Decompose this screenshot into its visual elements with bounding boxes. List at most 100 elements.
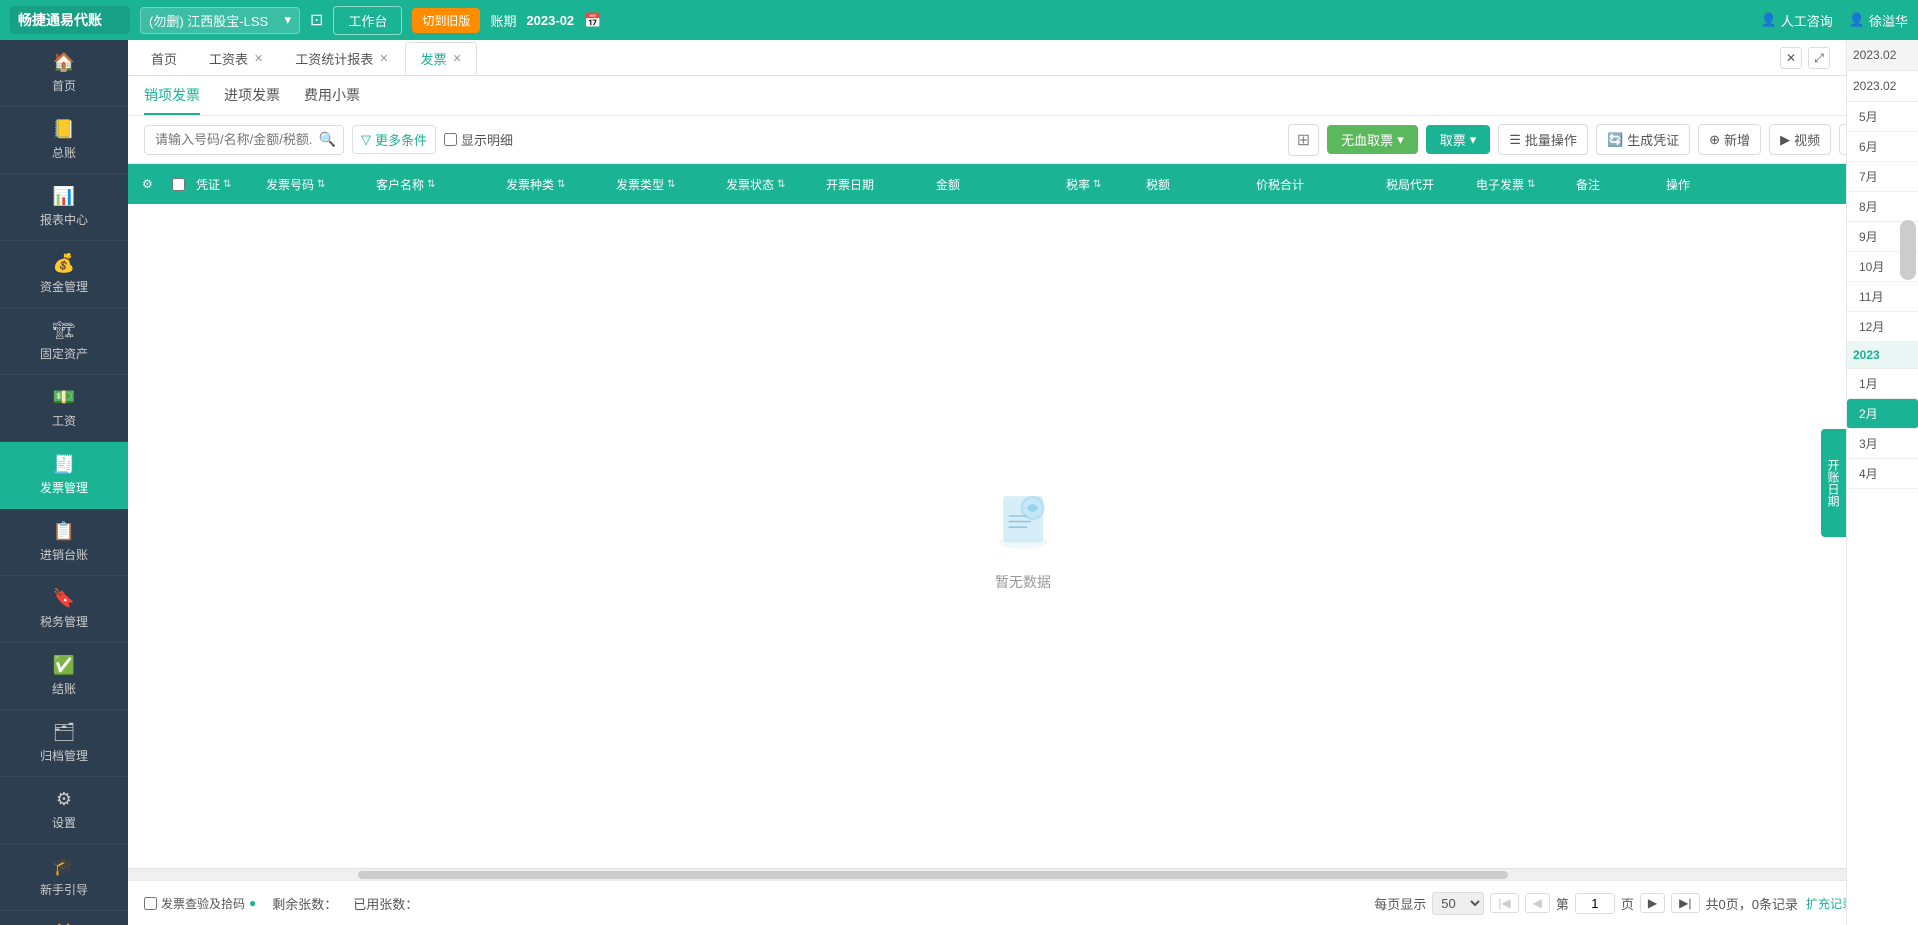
- pagination: 每页显示 50 20 100 |◀ ◀ 第 页 ▶ ▶| 共0页，0条记录: [1374, 892, 1798, 915]
- period-month-7[interactable]: 7月: [1847, 162, 1918, 192]
- sidebar-item-member[interactable]: 👑 畅会员: [0, 911, 128, 925]
- no-take-ticket-label: 无血取票: [1341, 130, 1393, 149]
- tab-salary-close[interactable]: ✕: [254, 52, 263, 65]
- sidebar-home-label: 首页: [52, 77, 76, 94]
- sidebar-item-ledger[interactable]: 📒 总账: [0, 107, 128, 174]
- th-open-date[interactable]: 开票日期: [820, 176, 930, 193]
- search-input[interactable]: [144, 125, 344, 155]
- tab-invoice-close[interactable]: ✕: [453, 52, 462, 65]
- prev-page-button[interactable]: ◀: [1525, 893, 1550, 913]
- period-month-4[interactable]: 4月: [1847, 459, 1918, 489]
- th-checkbox[interactable]: [166, 178, 190, 191]
- scrollbar-thumb[interactable]: [358, 871, 1508, 879]
- tab-salary-stats-close[interactable]: ✕: [379, 52, 388, 65]
- period-month-2[interactable]: 2月: [1847, 399, 1918, 429]
- minimize-button[interactable]: ✕: [1780, 47, 1802, 69]
- no-take-ticket-button[interactable]: 无血取票 ▾: [1327, 125, 1418, 154]
- period-panel: 2023.02 2023.02 5月 6月 7月 8月 9月 10月 11月 1…: [1846, 40, 1918, 925]
- filter-icon: ▽: [361, 132, 371, 148]
- th-tax-rate[interactable]: 税率⇅: [1060, 176, 1140, 193]
- check-input[interactable]: [144, 897, 157, 910]
- th-tax-office[interactable]: 税局代开: [1380, 176, 1470, 193]
- invoice-check[interactable]: 发票查验及拾码 ●: [144, 895, 256, 912]
- user-button[interactable]: 👤 徐溢华: [1849, 11, 1908, 30]
- gen-voucher-button[interactable]: 🔄 生成凭证: [1596, 124, 1690, 155]
- th-invoice-class[interactable]: 发票类型⇅: [610, 176, 720, 193]
- last-page-button[interactable]: ▶|: [1671, 893, 1699, 913]
- page-input[interactable]: [1575, 893, 1615, 914]
- sidebar-item-guide[interactable]: 🎓 新手引导: [0, 844, 128, 911]
- tab-home[interactable]: 首页: [136, 42, 192, 74]
- chevron-down-icon-teal: ▾: [1470, 132, 1477, 148]
- sidebar-item-invoice[interactable]: 🧾 发票管理: [0, 442, 128, 509]
- batch-op-button[interactable]: ☰ 批量操作: [1498, 124, 1588, 155]
- period-month-6[interactable]: 6月: [1847, 132, 1918, 162]
- filter-button[interactable]: ▽ 更多条件: [352, 125, 436, 154]
- company-name: (勿删) 江西股宝-LSS: [149, 11, 268, 30]
- grid-view-button[interactable]: ⊞: [1288, 124, 1319, 156]
- sidebar-item-home[interactable]: 🏠 首页: [0, 40, 128, 107]
- period-year-2023[interactable]: 2023: [1847, 342, 1918, 369]
- sidebar-reports-label: 报表中心: [40, 211, 88, 228]
- maximize-button[interactable]: ⤢: [1808, 47, 1830, 69]
- calendar-icon[interactable]: 📅: [584, 12, 601, 29]
- th-e-invoice[interactable]: 电子发票⇅: [1470, 176, 1570, 193]
- period-month-5[interactable]: 5月: [1847, 102, 1918, 132]
- sidebar-item-reports[interactable]: 📊 报表中心: [0, 174, 128, 241]
- th-tax[interactable]: 税额: [1140, 176, 1250, 193]
- empty-illustration: [983, 480, 1063, 560]
- per-page-select[interactable]: 50 20 100: [1432, 892, 1484, 915]
- sidebar-item-purchase[interactable]: 📋 进销台账: [0, 509, 128, 576]
- sidebar-item-capital[interactable]: 💰 资金管理: [0, 241, 128, 308]
- workbench-button[interactable]: 工作台: [333, 6, 402, 35]
- period-month-3[interactable]: 3月: [1847, 429, 1918, 459]
- sub-tab-purchase[interactable]: 进项发票: [224, 77, 280, 115]
- period-month-11[interactable]: 11月: [1847, 282, 1918, 312]
- toolbar-left: 🔍 ▽ 更多条件 显示明细: [144, 125, 1280, 155]
- th-invoice-status[interactable]: 发票状态⇅: [720, 176, 820, 193]
- new-button[interactable]: ⊕ 新增: [1698, 124, 1761, 155]
- salary-icon: 💵: [53, 387, 75, 408]
- sidebar-item-settings[interactable]: ⚙ 设置: [0, 777, 128, 844]
- support-button[interactable]: 👤 人工咨询: [1761, 11, 1833, 30]
- sidebar-item-archive[interactable]: 🗂 归档管理: [0, 710, 128, 777]
- switch-old-button[interactable]: 切到旧版: [412, 8, 480, 33]
- period-month-1[interactable]: 1月: [1847, 369, 1918, 399]
- tab-salary[interactable]: 工资表 ✕: [194, 42, 278, 74]
- th-invoice-no[interactable]: 发票号码⇅: [260, 176, 370, 193]
- gen-voucher-label: 生成凭证: [1627, 130, 1679, 149]
- th-voucher[interactable]: 凭证⇅: [190, 176, 260, 193]
- first-page-button[interactable]: |◀: [1490, 893, 1518, 913]
- toolbar: 🔍 ▽ 更多条件 显示明细 ⊞ 无血取票 ▾ 取票: [128, 116, 1918, 164]
- tab-salary-stats[interactable]: 工资统计报表 ✕: [280, 42, 403, 74]
- video-button[interactable]: ▶ 视频: [1769, 124, 1831, 155]
- company-selector[interactable]: (勿删) 江西股宝-LSS ▾: [140, 7, 300, 34]
- next-page-button[interactable]: ▶: [1640, 893, 1665, 913]
- panel-scrollbar[interactable]: [1900, 220, 1916, 280]
- sidebar-item-salary[interactable]: 💵 工资: [0, 375, 128, 442]
- guide-icon: 🎓: [53, 856, 75, 877]
- th-settings[interactable]: ⚙: [136, 177, 166, 191]
- th-total[interactable]: 价税合计: [1250, 176, 1380, 193]
- th-remark[interactable]: 备注: [1570, 176, 1660, 193]
- search-icon[interactable]: 🔍: [319, 131, 336, 148]
- sidebar-item-tax[interactable]: 🔖 税务管理: [0, 576, 128, 643]
- period-month-8[interactable]: 8月: [1847, 192, 1918, 222]
- tab-invoice[interactable]: 发票 ✕: [405, 42, 476, 74]
- th-amount[interactable]: 金额: [930, 176, 1060, 193]
- sub-tab-expense[interactable]: 费用小票: [304, 77, 360, 115]
- take-ticket-button[interactable]: 取票 ▾: [1426, 125, 1491, 154]
- copy-icon[interactable]: ⊡: [310, 10, 323, 30]
- th-customer[interactable]: 客户名称⇅: [370, 176, 500, 193]
- select-all-checkbox[interactable]: [172, 178, 185, 191]
- period-month-12[interactable]: 12月: [1847, 312, 1918, 342]
- th-invoice-type[interactable]: 发票种类⇅: [500, 176, 610, 193]
- open-period-button[interactable]: 开账日期: [1821, 429, 1846, 537]
- sidebar-item-closing[interactable]: ✅ 结账: [0, 643, 128, 710]
- show-detail-input[interactable]: [444, 133, 457, 146]
- horizontal-scrollbar[interactable]: [128, 868, 1918, 880]
- th-action[interactable]: 操作: [1660, 176, 1750, 193]
- show-detail-checkbox[interactable]: 显示明细: [444, 130, 513, 149]
- sidebar-item-assets[interactable]: 🏗 固定资产: [0, 308, 128, 375]
- sub-tab-sales[interactable]: 销项发票: [144, 77, 200, 115]
